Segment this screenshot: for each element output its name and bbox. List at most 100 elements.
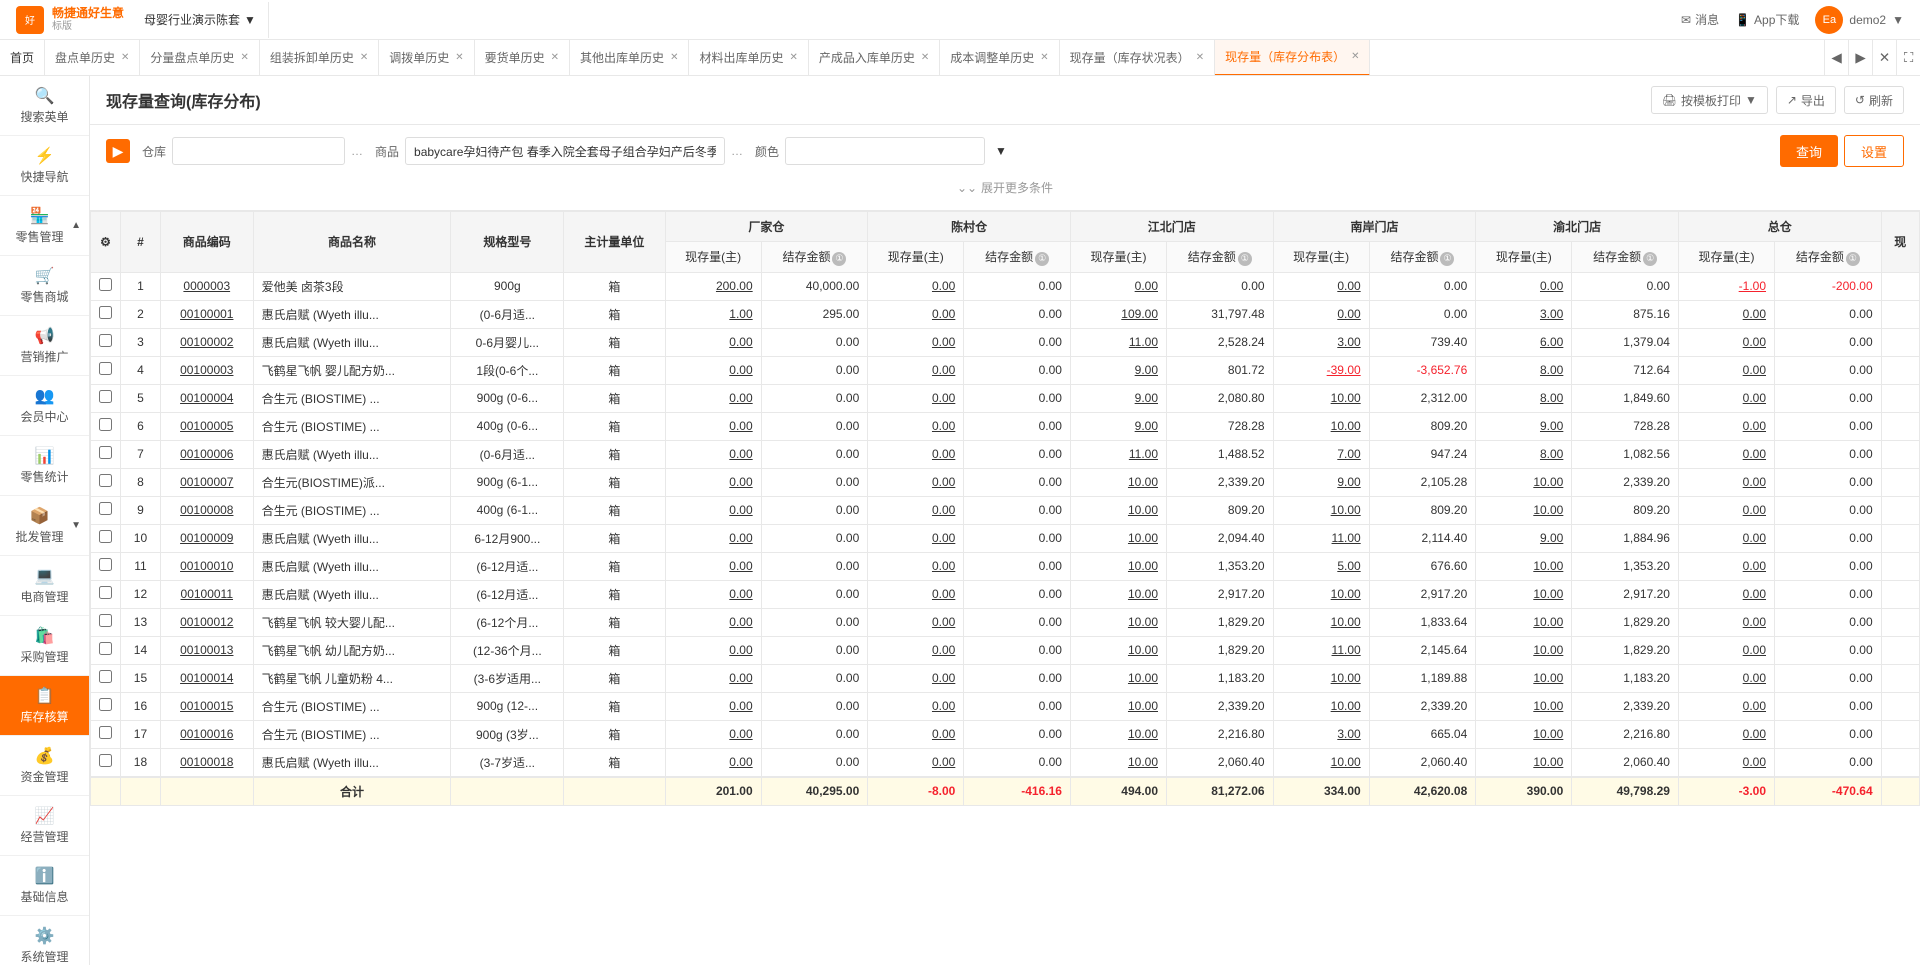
changjia-qty[interactable]: 0.00: [665, 468, 761, 496]
row-selector[interactable]: [91, 552, 121, 580]
total-qty[interactable]: 0.00: [1678, 720, 1774, 748]
row-code[interactable]: 00100006: [160, 440, 253, 468]
user-area[interactable]: Ea demo2 ▼: [1815, 6, 1904, 34]
row-checkbox[interactable]: [99, 502, 112, 515]
changjia-qty[interactable]: 1.00: [665, 300, 761, 328]
total-qty[interactable]: 0.00: [1678, 636, 1774, 664]
close-icon[interactable]: ✕: [921, 52, 929, 63]
nanan-qty[interactable]: 10.00: [1273, 608, 1369, 636]
sidebar-item-retail[interactable]: 🏪 零售管理 ▲: [0, 196, 89, 256]
yubei-qty[interactable]: 6.00: [1476, 328, 1572, 356]
row-checkbox[interactable]: [99, 586, 112, 599]
color-input[interactable]: [785, 137, 985, 165]
nanan-qty[interactable]: 5.00: [1273, 552, 1369, 580]
sidebar-item-mall[interactable]: 🛒 零售商城: [0, 256, 89, 316]
jiangbei-qty[interactable]: 10.00: [1070, 580, 1166, 608]
yubei-qty[interactable]: 10.00: [1476, 468, 1572, 496]
total-qty[interactable]: 0.00: [1678, 524, 1774, 552]
chencun-qty[interactable]: 0.00: [868, 468, 964, 496]
info-icon[interactable]: ①: [1035, 252, 1049, 266]
row-code[interactable]: 0000003: [160, 272, 253, 300]
tab-diaobo[interactable]: 调拨单历史 ✕: [379, 40, 474, 76]
message-btn[interactable]: ✉ 消息: [1681, 11, 1719, 28]
col-settings[interactable]: ⚙: [91, 212, 121, 273]
jiangbei-qty[interactable]: 9.00: [1070, 412, 1166, 440]
tab-chanchengpin[interactable]: 产成品入库单历史 ✕: [809, 40, 940, 76]
tab-cunliang-zhuangkuang[interactable]: 成本调整单历史 ✕: [940, 40, 1059, 76]
close-icon[interactable]: ✕: [121, 52, 129, 63]
changjia-qty[interactable]: 0.00: [665, 552, 761, 580]
changjia-qty[interactable]: 0.00: [665, 356, 761, 384]
chencun-qty[interactable]: 0.00: [868, 720, 964, 748]
jiangbei-qty[interactable]: 109.00: [1070, 300, 1166, 328]
product-input[interactable]: [405, 137, 725, 165]
sidebar-item-ecommerce[interactable]: 💻 电商管理: [0, 556, 89, 616]
row-checkbox[interactable]: [99, 446, 112, 459]
jiangbei-qty[interactable]: 0.00: [1070, 272, 1166, 300]
yubei-qty[interactable]: 8.00: [1476, 356, 1572, 384]
total-qty[interactable]: 0.00: [1678, 468, 1774, 496]
row-checkbox[interactable]: [99, 306, 112, 319]
row-selector[interactable]: [91, 496, 121, 524]
sidebar-item-operations[interactable]: 📈 经营管理: [0, 796, 89, 856]
nanan-qty[interactable]: 0.00: [1273, 272, 1369, 300]
changjia-qty[interactable]: 0.00: [665, 384, 761, 412]
nanan-qty[interactable]: 10.00: [1273, 580, 1369, 608]
jiangbei-qty[interactable]: 9.00: [1070, 356, 1166, 384]
row-code[interactable]: 00100014: [160, 664, 253, 692]
refresh-btn[interactable]: ↺ 刷新: [1844, 86, 1904, 114]
settings-btn[interactable]: 设置: [1844, 135, 1904, 167]
row-selector[interactable]: [91, 468, 121, 496]
chencun-qty[interactable]: 0.00: [868, 552, 964, 580]
close-icon[interactable]: ✕: [789, 52, 797, 63]
jiangbei-qty[interactable]: 10.00: [1070, 608, 1166, 636]
info-icon[interactable]: ①: [1846, 252, 1860, 266]
total-qty[interactable]: 0.00: [1678, 356, 1774, 384]
changjia-qty[interactable]: 0.00: [665, 664, 761, 692]
close-icon[interactable]: ✕: [360, 52, 368, 63]
tab-fenpandian[interactable]: 分量盘点单历史 ✕: [140, 40, 259, 76]
chencun-qty[interactable]: 0.00: [868, 636, 964, 664]
row-selector[interactable]: [91, 384, 121, 412]
industry-selector[interactable]: 母婴行业演示陈套 ▼: [132, 2, 269, 38]
changjia-qty[interactable]: 0.00: [665, 496, 761, 524]
row-code[interactable]: 00100010: [160, 552, 253, 580]
nav-expand-btn[interactable]: ⛶: [1896, 40, 1920, 76]
row-selector[interactable]: [91, 524, 121, 552]
sidebar-item-purchase[interactable]: 🛍️ 采购管理: [0, 616, 89, 676]
close-icon[interactable]: ✕: [670, 52, 678, 63]
row-code[interactable]: 00100007: [160, 468, 253, 496]
total-qty[interactable]: 0.00: [1678, 552, 1774, 580]
total-qty[interactable]: 0.00: [1678, 496, 1774, 524]
warehouse-input[interactable]: [172, 137, 345, 165]
row-code[interactable]: 00100009: [160, 524, 253, 552]
row-checkbox[interactable]: [99, 530, 112, 543]
nanan-qty[interactable]: 10.00: [1273, 412, 1369, 440]
total-qty[interactable]: 0.00: [1678, 384, 1774, 412]
row-checkbox[interactable]: [99, 390, 112, 403]
row-selector[interactable]: [91, 636, 121, 664]
total-qty[interactable]: 0.00: [1678, 748, 1774, 777]
total-qty[interactable]: 0.00: [1678, 608, 1774, 636]
jiangbei-qty[interactable]: 10.00: [1070, 664, 1166, 692]
close-icon[interactable]: ✕: [1040, 52, 1048, 63]
nav-prev-btn[interactable]: ◀: [1824, 40, 1848, 76]
row-selector[interactable]: [91, 356, 121, 384]
row-selector[interactable]: [91, 664, 121, 692]
sidebar-item-system[interactable]: ⚙️ 系统管理: [0, 916, 89, 965]
yubei-qty[interactable]: 10.00: [1476, 552, 1572, 580]
nanan-qty[interactable]: 3.00: [1273, 720, 1369, 748]
row-selector[interactable]: [91, 580, 121, 608]
sidebar-item-wholesale[interactable]: 📦 批发管理 ▼: [0, 496, 89, 556]
tab-zuzhuan[interactable]: 组装拆卸单历史 ✕: [260, 40, 379, 76]
jiangbei-qty[interactable]: 10.00: [1070, 720, 1166, 748]
yubei-qty[interactable]: 0.00: [1476, 272, 1572, 300]
changjia-qty[interactable]: 0.00: [665, 636, 761, 664]
changjia-qty[interactable]: 0.00: [665, 608, 761, 636]
close-icon[interactable]: ✕: [455, 52, 463, 63]
tab-cunliang-zhuangkuang2[interactable]: 现存量（库存状况表） ✕: [1060, 40, 1215, 76]
sidebar-item-stats[interactable]: 📊 零售统计: [0, 436, 89, 496]
changjia-qty[interactable]: 0.00: [665, 440, 761, 468]
tab-pandian[interactable]: 盘点单历史 ✕: [45, 40, 140, 76]
nanan-qty[interactable]: 9.00: [1273, 468, 1369, 496]
